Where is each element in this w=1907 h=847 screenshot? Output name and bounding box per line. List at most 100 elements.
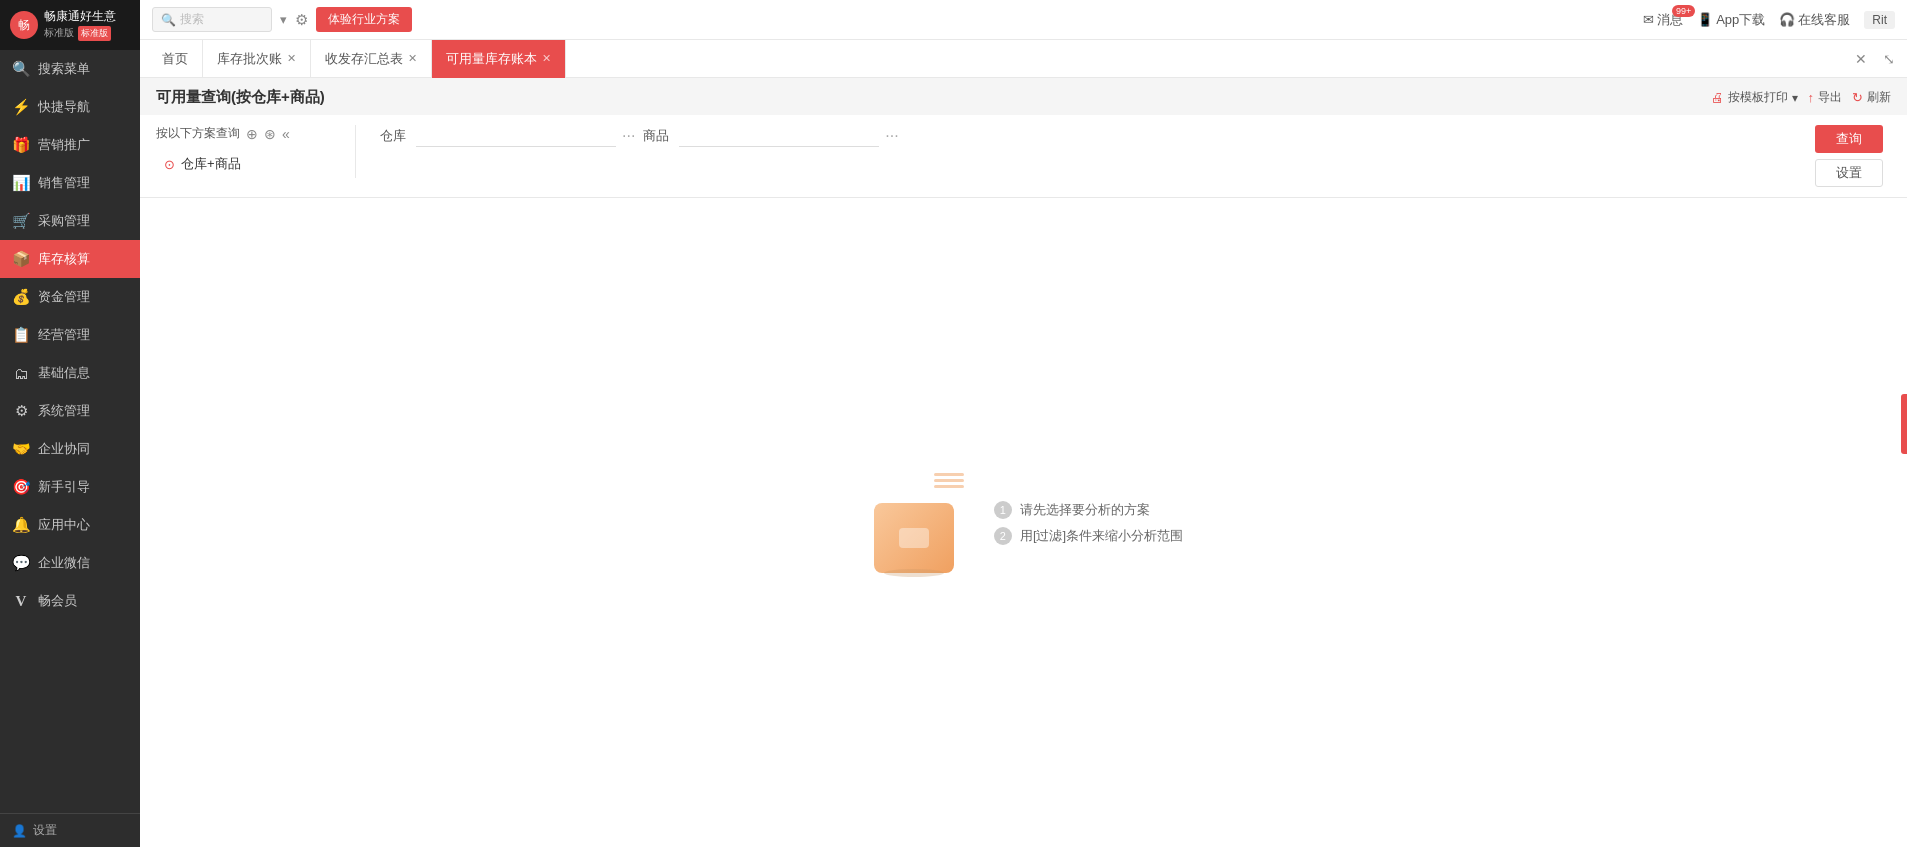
tab-stock-summary-close[interactable]: ✕ [408,52,417,65]
empty-tip-1: 1 请先选择要分析的方案 [994,501,1183,519]
app-logo: 畅 [10,11,38,39]
tip-text-2: 用[过滤]条件来缩小分析范围 [1020,527,1183,545]
sidebar-item-label: 营销推广 [38,136,90,154]
product-label: 商品 [643,127,673,145]
refresh-icon: ↻ [1852,90,1863,105]
empty-tips: 1 请先选择要分析的方案 2 用[过滤]条件来缩小分析范围 [994,501,1183,545]
export-btn[interactable]: ↑ 导出 [1808,89,1843,106]
guide-icon: 🎯 [12,478,30,496]
tab-available-stock[interactable]: 可用量库存账本 ✕ [432,40,566,78]
sidebar-item-vip[interactable]: V 畅会员 [0,582,140,620]
setting-button[interactable]: 设置 [1815,159,1883,187]
filter-scheme: 按以下方案查询 ⊕ ⊛ « ⊙ 仓库+商品 [156,125,356,178]
query-button[interactable]: 查询 [1815,125,1883,153]
purchase-icon: 🛒 [12,212,30,230]
sidebar-item-label: 企业协同 [38,440,90,458]
enterprise-icon: 🤝 [12,440,30,458]
app-name: 畅康通好生意 [44,9,116,25]
warehouse-more-icon[interactable]: ··· [622,127,635,145]
print-btn[interactable]: 🖨 按模板打印 ▾ [1711,89,1798,106]
add-scheme-btn[interactable]: ⊕ [246,126,258,142]
sidebar-item-label: 应用中心 [38,516,90,534]
filter-actions: 查询 设置 [1807,125,1891,187]
warehouse-input[interactable] [416,125,616,147]
empty-illustration [864,473,964,573]
tab-stock-summary[interactable]: 收发存汇总表 ✕ [311,40,432,78]
tab-available-stock-close[interactable]: ✕ [542,52,551,65]
filter-field-product: 商品 ··· [643,125,898,147]
tabs-bar: 首页 库存批次账 ✕ 收发存汇总表 ✕ 可用量库存账本 ✕ ✕ ⤡ [140,40,1907,78]
sidebar-item-purchase[interactable]: 🛒 采购管理 [0,202,140,240]
collapse-scheme-btn[interactable]: « [282,126,290,142]
tab-batch-ledger[interactable]: 库存批次账 ✕ [203,40,311,78]
finance-icon: 💰 [12,288,30,306]
topbar-user[interactable]: Rit [1864,11,1895,29]
topbar-dropdown-icon[interactable]: ▾ [280,12,287,27]
sidebar-item-label: 新手引导 [38,478,90,496]
refresh-btn[interactable]: ↻ 刷新 [1852,89,1891,106]
topbar-online-service[interactable]: 🎧 在线客服 [1779,11,1850,29]
topbar-gear-icon[interactable]: ⚙ [295,11,308,29]
sidebar-header: 畅 畅康通好生意 标准版 标准版 [0,0,140,50]
product-more-icon[interactable]: ··· [885,127,898,145]
empty-shadow [884,569,944,577]
wechat-icon: 💬 [12,554,30,572]
trial-btn[interactable]: 体验行业方案 [316,7,412,32]
tab-batch-ledger-close[interactable]: ✕ [287,52,296,65]
print-dropdown-icon[interactable]: ▾ [1792,91,1798,105]
product-input[interactable] [679,125,879,147]
sidebar-item-label: 企业微信 [38,554,90,572]
app-version: 标准版 [44,26,74,40]
topbar-search[interactable]: 🔍 搜索 [152,7,272,32]
sidebar-item-label: 库存核算 [38,250,90,268]
window-expand-icon[interactable]: ⤡ [1879,47,1899,71]
sidebar-item-inventory[interactable]: 📦 库存核算 [0,240,140,278]
main-area: 🔍 搜索 ▾ ⚙ 体验行业方案 ✉ 消息 99+ 📱 App下载 🎧 在线客服 … [140,0,1907,847]
manage-scheme-btn[interactable]: ⊛ [264,126,276,142]
filter-fields: 仓库 ··· 商品 ··· [368,125,1795,147]
topbar: 🔍 搜索 ▾ ⚙ 体验行业方案 ✉ 消息 99+ 📱 App下载 🎧 在线客服 … [140,0,1907,40]
tip-num-1: 1 [994,501,1012,519]
quick-nav-icon: ⚡ [12,98,30,116]
sidebar-item-quick-nav[interactable]: ⚡ 快捷导航 [0,88,140,126]
sidebar-item-management[interactable]: 📋 经营管理 [0,316,140,354]
sidebar-item-guide[interactable]: 🎯 新手引导 [0,468,140,506]
sidebar-item-system[interactable]: ⚙ 系统管理 [0,392,140,430]
topbar-app-download[interactable]: 📱 App下载 [1697,11,1765,29]
topbar-right: ✉ 消息 99+ 📱 App下载 🎧 在线客服 Rit [1643,11,1895,29]
export-icon: ↑ [1808,90,1815,105]
sidebar-item-label: 销售管理 [38,174,90,192]
page-title: 可用量查询(按仓库+商品) [156,88,325,107]
service-icon: 🎧 [1779,12,1795,27]
scheme-item-warehouse-product[interactable]: ⊙ 仓库+商品 [156,150,343,178]
sidebar-item-finance[interactable]: 💰 资金管理 [0,278,140,316]
inventory-icon: 📦 [12,250,30,268]
search-icon: 🔍 [161,13,176,27]
app-info: 畅康通好生意 标准版 标准版 [44,9,116,42]
sidebar-item-label: 快捷导航 [38,98,90,116]
sidebar-item-wechat[interactable]: 💬 企业微信 [0,544,140,582]
sidebar-item-enterprise[interactable]: 🤝 企业协同 [0,430,140,468]
sidebar-item-search[interactable]: 🔍 搜索菜单 [0,50,140,88]
marketing-icon: 🎁 [12,136,30,154]
sidebar-item-basic-info[interactable]: 🗂 基础信息 [0,354,140,392]
sidebar-item-marketing[interactable]: 🎁 营销推广 [0,126,140,164]
sidebar-item-app-center[interactable]: 🔔 应用中心 [0,506,140,544]
app-center-icon: 🔔 [12,516,30,534]
sales-icon: 📊 [12,174,30,192]
empty-box [874,503,954,573]
topbar-message[interactable]: ✉ 消息 99+ [1643,11,1683,29]
right-scroll-indicator [1901,394,1907,454]
tab-home-label: 首页 [162,50,188,68]
tab-stock-summary-label: 收发存汇总表 [325,50,403,68]
sidebar-item-label: 采购管理 [38,212,90,230]
empty-box-face [899,528,929,548]
sidebar-item-sales[interactable]: 📊 销售管理 [0,164,140,202]
sidebar-scroll: 🔍 搜索菜单 ⚡ 快捷导航 🎁 营销推广 📊 销售管理 🛒 采购管理 📦 库存核… [0,50,140,813]
window-close-icon[interactable]: ✕ [1851,47,1871,71]
basic-info-icon: 🗂 [12,365,30,382]
scheme-item-icon: ⊙ [164,157,175,172]
sidebar: 畅 畅康通好生意 标准版 标准版 🔍 搜索菜单 ⚡ 快捷导航 🎁 营销推广 📊 … [0,0,140,847]
tab-home[interactable]: 首页 [148,40,203,78]
empty-line-1 [934,473,964,476]
